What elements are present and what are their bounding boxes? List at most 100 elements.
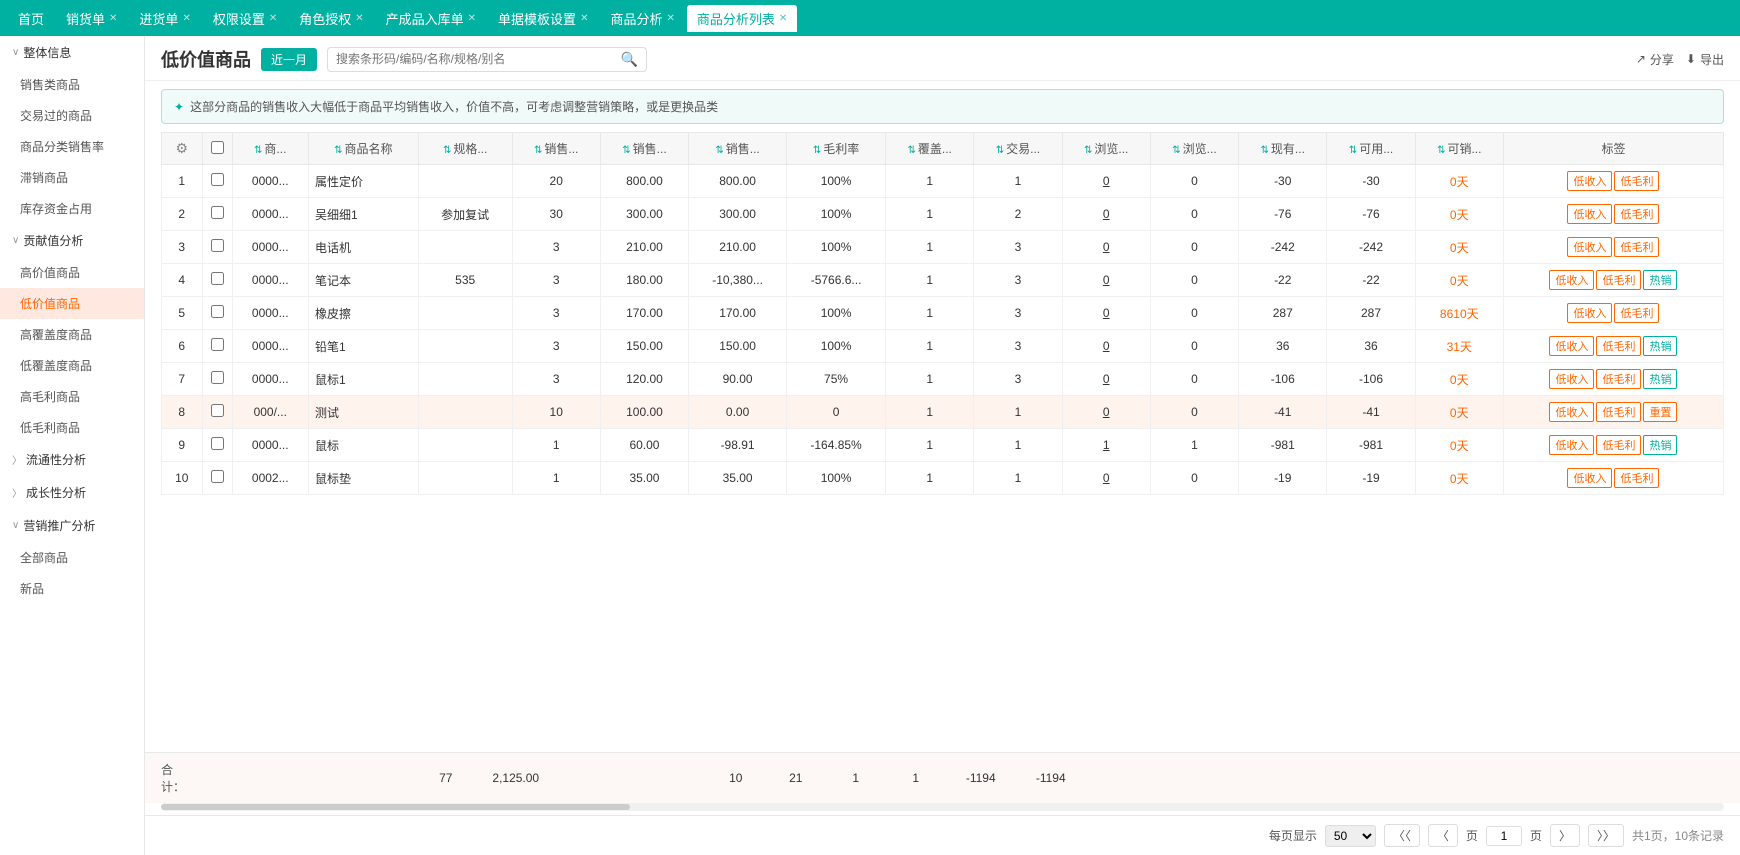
- nav-analysis[interactable]: 商品分析 ✕: [600, 5, 684, 32]
- nav-home[interactable]: 首页: [8, 5, 54, 32]
- row-checkbox-cell[interactable]: [202, 231, 232, 264]
- scrollbar-thumb[interactable]: [161, 804, 630, 810]
- row-view1[interactable]: 1: [1062, 429, 1150, 462]
- sidebar-item-high-coverage[interactable]: 高覆盖度商品: [0, 319, 144, 350]
- row-view1[interactable]: 0: [1062, 231, 1150, 264]
- sidebar-item-sales-goods[interactable]: 销售类商品: [0, 69, 144, 100]
- sidebar-item-high-margin[interactable]: 高毛利商品: [0, 381, 144, 412]
- nav-permissions[interactable]: 权限设置 ✕: [203, 5, 287, 32]
- row-checkbox[interactable]: [211, 173, 224, 186]
- sidebar-item-low-value[interactable]: 低价值商品: [0, 288, 144, 319]
- row-checkbox[interactable]: [211, 305, 224, 318]
- first-page-button[interactable]: 〈〈: [1384, 824, 1420, 847]
- row-checkbox-cell[interactable]: [202, 462, 232, 495]
- sidebar-group-growth[interactable]: 〉 成长性分析: [0, 476, 144, 509]
- row-checkbox[interactable]: [211, 404, 224, 417]
- row-tags: 低收入低毛利: [1503, 297, 1723, 330]
- sidebar-item-high-value[interactable]: 高价值商品: [0, 257, 144, 288]
- row-checkbox[interactable]: [211, 272, 224, 285]
- row-checkbox-cell[interactable]: [202, 264, 232, 297]
- sidebar-item-slow-moving[interactable]: 滞销商品: [0, 162, 144, 193]
- nav-sales[interactable]: 销货单 ✕: [56, 5, 127, 32]
- row-name[interactable]: 铅笔1: [308, 330, 418, 363]
- per-page-select[interactable]: 50 100 200: [1325, 825, 1376, 847]
- row-checkbox-cell[interactable]: [202, 165, 232, 198]
- row-sale-avg: 90.00: [689, 363, 787, 396]
- row-view1[interactable]: 0: [1062, 462, 1150, 495]
- row-checkbox[interactable]: [211, 239, 224, 252]
- sidebar-group-circulation[interactable]: 〉 流通性分析: [0, 443, 144, 476]
- page-input[interactable]: [1486, 826, 1522, 846]
- row-code: 0000...: [232, 363, 308, 396]
- sidebar-item-all-goods[interactable]: 全部商品: [0, 542, 144, 573]
- nav-close-sales[interactable]: ✕: [109, 13, 117, 24]
- nav-warehousing[interactable]: 产成品入库单 ✕: [376, 5, 486, 32]
- row-name[interactable]: 笔记本: [308, 264, 418, 297]
- row-checkbox-cell[interactable]: [202, 297, 232, 330]
- row-checkbox-cell[interactable]: [202, 429, 232, 462]
- row-name[interactable]: 鼠标1: [308, 363, 418, 396]
- nav-template[interactable]: 单据模板设置 ✕: [488, 5, 598, 32]
- nav-close-roles[interactable]: ✕: [355, 13, 363, 24]
- nav-close-template[interactable]: ✕: [580, 13, 588, 24]
- sidebar-item-new-goods[interactable]: 新品: [0, 573, 144, 604]
- sidebar-group-marketing[interactable]: ∨ 营销推广分析: [0, 509, 144, 542]
- row-name[interactable]: 属性定价: [308, 165, 418, 198]
- row-name[interactable]: 电话机: [308, 231, 418, 264]
- row-view1[interactable]: 0: [1062, 363, 1150, 396]
- nav-close-analysis[interactable]: ✕: [666, 13, 674, 24]
- share-button[interactable]: ↗ 分享: [1636, 51, 1674, 68]
- next-page-button[interactable]: 〉: [1550, 824, 1580, 847]
- sidebar-group-contribution[interactable]: ∨ 贡献值分析: [0, 224, 144, 257]
- search-icon[interactable]: 🔍: [621, 51, 638, 68]
- gear-icon[interactable]: ⚙: [175, 140, 188, 156]
- search-input[interactable]: [336, 52, 615, 66]
- last-page-button[interactable]: 〉〉: [1588, 824, 1624, 847]
- row-name[interactable]: 测试: [308, 396, 418, 429]
- horizontal-scrollbar[interactable]: [161, 803, 1724, 811]
- row-checkbox[interactable]: [211, 206, 224, 219]
- col-gear[interactable]: ⚙: [162, 133, 203, 165]
- row-view1[interactable]: 0: [1062, 264, 1150, 297]
- row-view1[interactable]: 0: [1062, 165, 1150, 198]
- sidebar-item-low-margin[interactable]: 低毛利商品: [0, 412, 144, 443]
- row-checkbox-cell[interactable]: [202, 198, 232, 231]
- row-view1[interactable]: 0: [1062, 330, 1150, 363]
- row-view1[interactable]: 0: [1062, 198, 1150, 231]
- info-icon: ✦: [174, 100, 184, 114]
- row-trade: 1: [974, 429, 1062, 462]
- time-filter-button[interactable]: 近一月: [261, 48, 317, 71]
- sidebar-item-inventory-capital[interactable]: 库存资金占用: [0, 193, 144, 224]
- sidebar-item-category-rate[interactable]: 商品分类销售率: [0, 131, 144, 162]
- prev-page-button[interactable]: 〈: [1428, 824, 1458, 847]
- export-button[interactable]: ⬇ 导出: [1686, 51, 1724, 68]
- nav-close-permissions[interactable]: ✕: [269, 13, 277, 24]
- row-checkbox[interactable]: [211, 338, 224, 351]
- row-name[interactable]: 吴细细1: [308, 198, 418, 231]
- row-checkbox-cell[interactable]: [202, 330, 232, 363]
- row-checkbox-cell[interactable]: [202, 396, 232, 429]
- nav-roles[interactable]: 角色授权 ✕: [289, 5, 373, 32]
- select-all-checkbox[interactable]: [211, 141, 224, 154]
- sidebar-group-overall[interactable]: ∨ 整体信息: [0, 36, 144, 69]
- row-name[interactable]: 鼠标: [308, 429, 418, 462]
- nav-close-purchase[interactable]: ✕: [182, 13, 190, 24]
- sidebar-item-low-coverage[interactable]: 低覆盖度商品: [0, 350, 144, 381]
- sidebar-item-traded[interactable]: 交易过的商品: [0, 100, 144, 131]
- col-sale-amount: ⇅销售...: [600, 133, 688, 165]
- nav-purchase[interactable]: 进货单 ✕: [129, 5, 200, 32]
- nav-close-analysis-list[interactable]: ✕: [779, 13, 787, 24]
- nav-close-warehousing[interactable]: ✕: [468, 13, 476, 24]
- row-name[interactable]: 橡皮擦: [308, 297, 418, 330]
- nav-analysis-list[interactable]: 商品分析列表 ✕: [687, 5, 797, 32]
- row-view1[interactable]: 0: [1062, 297, 1150, 330]
- row-checkbox[interactable]: [211, 371, 224, 384]
- row-name[interactable]: 鼠标垫: [308, 462, 418, 495]
- row-sale-avg: 35.00: [689, 462, 787, 495]
- row-checkbox-cell[interactable]: [202, 363, 232, 396]
- row-view1[interactable]: 0: [1062, 396, 1150, 429]
- row-checkbox[interactable]: [211, 470, 224, 483]
- row-checkbox[interactable]: [211, 437, 224, 450]
- row-current: -242: [1239, 231, 1327, 264]
- row-margin: -164.85%: [787, 429, 886, 462]
